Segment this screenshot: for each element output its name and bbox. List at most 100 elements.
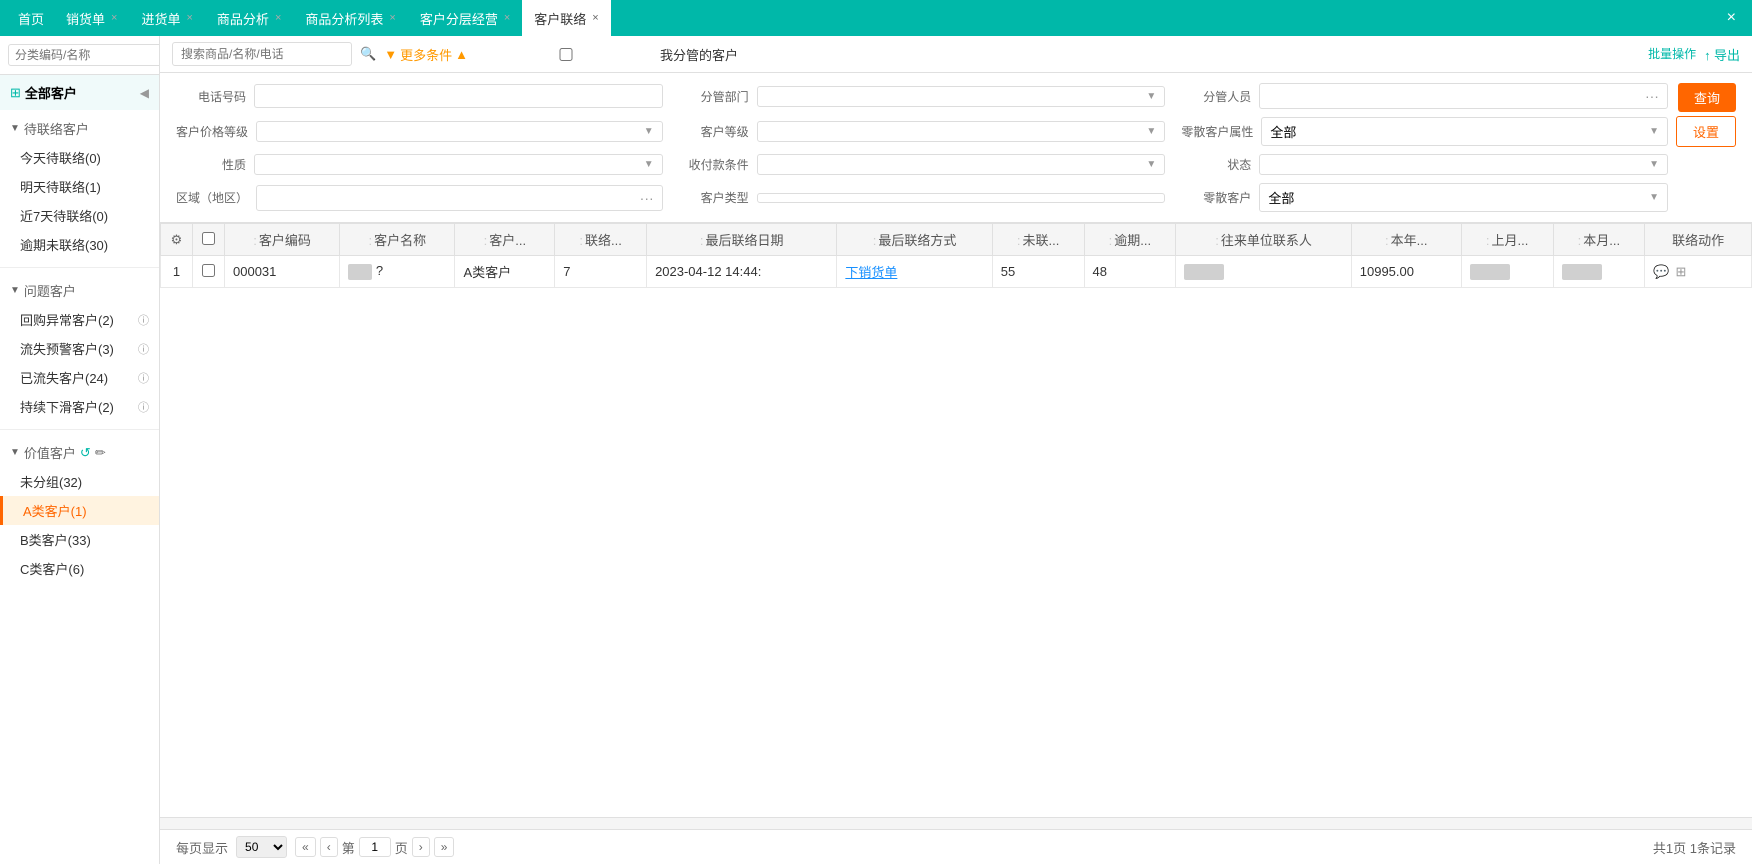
info-icon-abnormal[interactable]: ⓘ <box>138 312 149 328</box>
th-this-month: :本月... <box>1553 224 1645 256</box>
row-checkbox[interactable] <box>202 264 215 277</box>
value-arrow-icon: ▼ <box>10 447 20 458</box>
tab-customer-segment[interactable]: 客户分层经营 × <box>408 0 522 36</box>
filter-retail-select[interactable]: 全部 ▼ <box>1259 183 1668 212</box>
filter-dept: 分管部门 ▼ <box>679 86 1166 107</box>
sidebar-item-overdue[interactable]: 逾期未联络(30) <box>0 230 159 259</box>
chat-icon[interactable]: 💬 <box>1653 264 1669 280</box>
filter-retail: 零散客户 全部 ▼ <box>1181 183 1668 212</box>
th-name: :客户名称 <box>340 224 455 256</box>
sidebar-item-7days[interactable]: 近7天待联络(0) <box>0 201 159 230</box>
filter-payment-select[interactable]: ▼ <box>757 154 1166 175</box>
close-analysis-tab[interactable]: × <box>275 12 281 24</box>
next-page-btn[interactable]: › <box>412 837 430 857</box>
sidebar-item-declining[interactable]: 持续下滑客户(2) ⓘ <box>0 392 159 421</box>
query-button[interactable]: 查询 <box>1678 83 1736 112</box>
sidebar-item-class-c[interactable]: C类客户(6) <box>0 554 159 583</box>
select-all-checkbox[interactable] <box>202 232 215 245</box>
page-number-input[interactable]: 1 <box>359 837 391 857</box>
export-icon: ↑ <box>1704 48 1711 63</box>
sidebar-collapse-icon[interactable]: ◀ <box>140 86 149 100</box>
export-btn[interactable]: ↑ 导出 <box>1704 45 1740 64</box>
tab-analysis[interactable]: 商品分析 × <box>205 0 293 36</box>
region-dots-icon[interactable]: ··· <box>640 190 654 206</box>
contact-person-swatch <box>1184 264 1224 280</box>
info-icon-churned[interactable]: ⓘ <box>138 370 149 386</box>
filter-phone: 电话号码 <box>176 84 663 108</box>
tab-customer-contact[interactable]: 客户联络 × <box>522 0 610 36</box>
sidebar-item-unclassified[interactable]: 未分组(32) <box>0 467 159 496</box>
toolbar-right: 批量操作 ↑ 导出 <box>1648 45 1740 64</box>
filter-retail-attr-select[interactable]: 全部 ▼ <box>1261 117 1668 146</box>
filter-nature-select[interactable]: ▼ <box>254 154 663 175</box>
my-customers-checkbox[interactable] <box>476 48 656 61</box>
row-actions: 💬 ⊞ <box>1645 256 1752 288</box>
close-sales-tab[interactable]: × <box>111 12 117 24</box>
row-index: 1 <box>161 256 193 288</box>
qr-icon[interactable]: ⊞ <box>1676 264 1687 280</box>
sidebar-pending-title[interactable]: ▼ 待联络客户 <box>0 114 159 143</box>
sidebar-item-today[interactable]: 今天待联络(0) <box>0 143 159 172</box>
table-container: ⚙ :客户编码 :客户名称 :客户... :联络... :最后联络日期 :最后联… <box>160 223 1752 817</box>
th-gear[interactable]: ⚙ <box>161 224 193 256</box>
home-tab[interactable]: 首页 <box>8 9 54 28</box>
filter-region-select[interactable]: ··· <box>256 185 663 211</box>
tab-analysis-list[interactable]: 商品分析列表 × <box>293 0 407 36</box>
prev-page-btn[interactable]: ‹ <box>320 837 338 857</box>
name-color-swatch <box>348 264 372 280</box>
sidebar-all-customers[interactable]: ⊞ 全部客户 ◀ <box>0 75 159 110</box>
filter-nature-label: 性质 <box>176 156 246 173</box>
sidebar-item-tomorrow[interactable]: 明天待联络(1) <box>0 172 159 201</box>
sidebar-value-title[interactable]: ▼ 价值客户 ↺ ✏ <box>0 438 159 467</box>
sidebar-item-abnormal[interactable]: 回购异常客户(2) ⓘ <box>0 305 159 334</box>
table-body: 1 000031 ? A类客户 7 2023-04-12 14:44: <box>161 256 1752 288</box>
close-customer-segment-tab[interactable]: × <box>504 12 510 24</box>
th-contact-count: :联络... <box>555 224 647 256</box>
setting-button[interactable]: 设置 <box>1676 116 1736 147</box>
search-input[interactable] <box>172 42 352 66</box>
filter-customer-level-label: 客户等级 <box>679 123 749 140</box>
info-icon-declining[interactable]: ⓘ <box>138 399 149 415</box>
last-method-link[interactable]: 下销货单 <box>845 265 897 280</box>
horizontal-scrollbar[interactable] <box>160 817 1752 829</box>
value-refresh-icon[interactable]: ↺ <box>80 445 91 461</box>
info-icon-churn-warning[interactable]: ⓘ <box>138 341 149 357</box>
batch-op-btn[interactable]: 批量操作 <box>1648 45 1696 64</box>
last-page-btn[interactable]: » <box>434 837 455 857</box>
filter-price-level-select[interactable]: ▼ <box>256 121 663 142</box>
close-analysis-list-tab[interactable]: × <box>389 12 395 24</box>
tab-sales[interactable]: 销货单 × <box>54 0 129 36</box>
toolbar-search-icon[interactable]: 🔍 <box>360 46 376 62</box>
page-size-select[interactable]: 50 100 200 <box>236 836 287 858</box>
close-purchase-tab[interactable]: × <box>186 12 192 24</box>
sidebar-problem-title[interactable]: ▼ 问题客户 <box>0 276 159 305</box>
sidebar-section-value: ▼ 价值客户 ↺ ✏ 未分组(32) A类客户(1) B类客户(33) C类客户… <box>0 434 159 587</box>
th-this-year: :本年... <box>1351 224 1461 256</box>
row-last-method[interactable]: 下销货单 <box>837 256 992 288</box>
filter-customer-type-select[interactable] <box>757 193 1166 203</box>
sidebar-search-input[interactable] <box>8 44 160 66</box>
filter-phone-input[interactable] <box>254 84 663 108</box>
tab-purchase[interactable]: 进货单 × <box>129 0 204 36</box>
page-size-label: 每页显示 <box>176 838 228 857</box>
filter-more-btn[interactable]: ▼ 更多条件 ▲ <box>384 45 468 64</box>
window-close-button[interactable]: × <box>1719 9 1744 27</box>
filter-dept-select[interactable]: ▼ <box>757 86 1166 107</box>
page-suffix: 页 <box>395 838 408 857</box>
filter-region: 区域（地区） ··· <box>176 185 663 211</box>
sidebar-item-class-b[interactable]: B类客户(33) <box>0 525 159 554</box>
close-customer-contact-tab[interactable]: × <box>592 12 598 24</box>
first-page-btn[interactable]: « <box>295 837 316 857</box>
value-edit-icon[interactable]: ✏ <box>95 445 106 461</box>
sidebar-item-churn-warning[interactable]: 流失预警客户(3) ⓘ <box>0 334 159 363</box>
filter-customer-level-select[interactable]: ▼ <box>757 121 1166 142</box>
filter-person-select[interactable]: ··· <box>1259 83 1668 109</box>
row-name: ? <box>340 256 455 288</box>
filter-status-select[interactable]: ▼ <box>1259 154 1668 175</box>
sidebar-item-churned[interactable]: 已流失客户(24) ⓘ <box>0 363 159 392</box>
sidebar-item-class-a[interactable]: A类客户(1) <box>0 496 159 525</box>
gear-icon[interactable]: ⚙ <box>171 232 183 247</box>
my-customers-checkbox-label[interactable]: 我分管的客户 <box>476 45 738 64</box>
filter-customer-level: 客户等级 ▼ <box>679 121 1166 142</box>
person-dots-icon[interactable]: ··· <box>1645 88 1659 104</box>
